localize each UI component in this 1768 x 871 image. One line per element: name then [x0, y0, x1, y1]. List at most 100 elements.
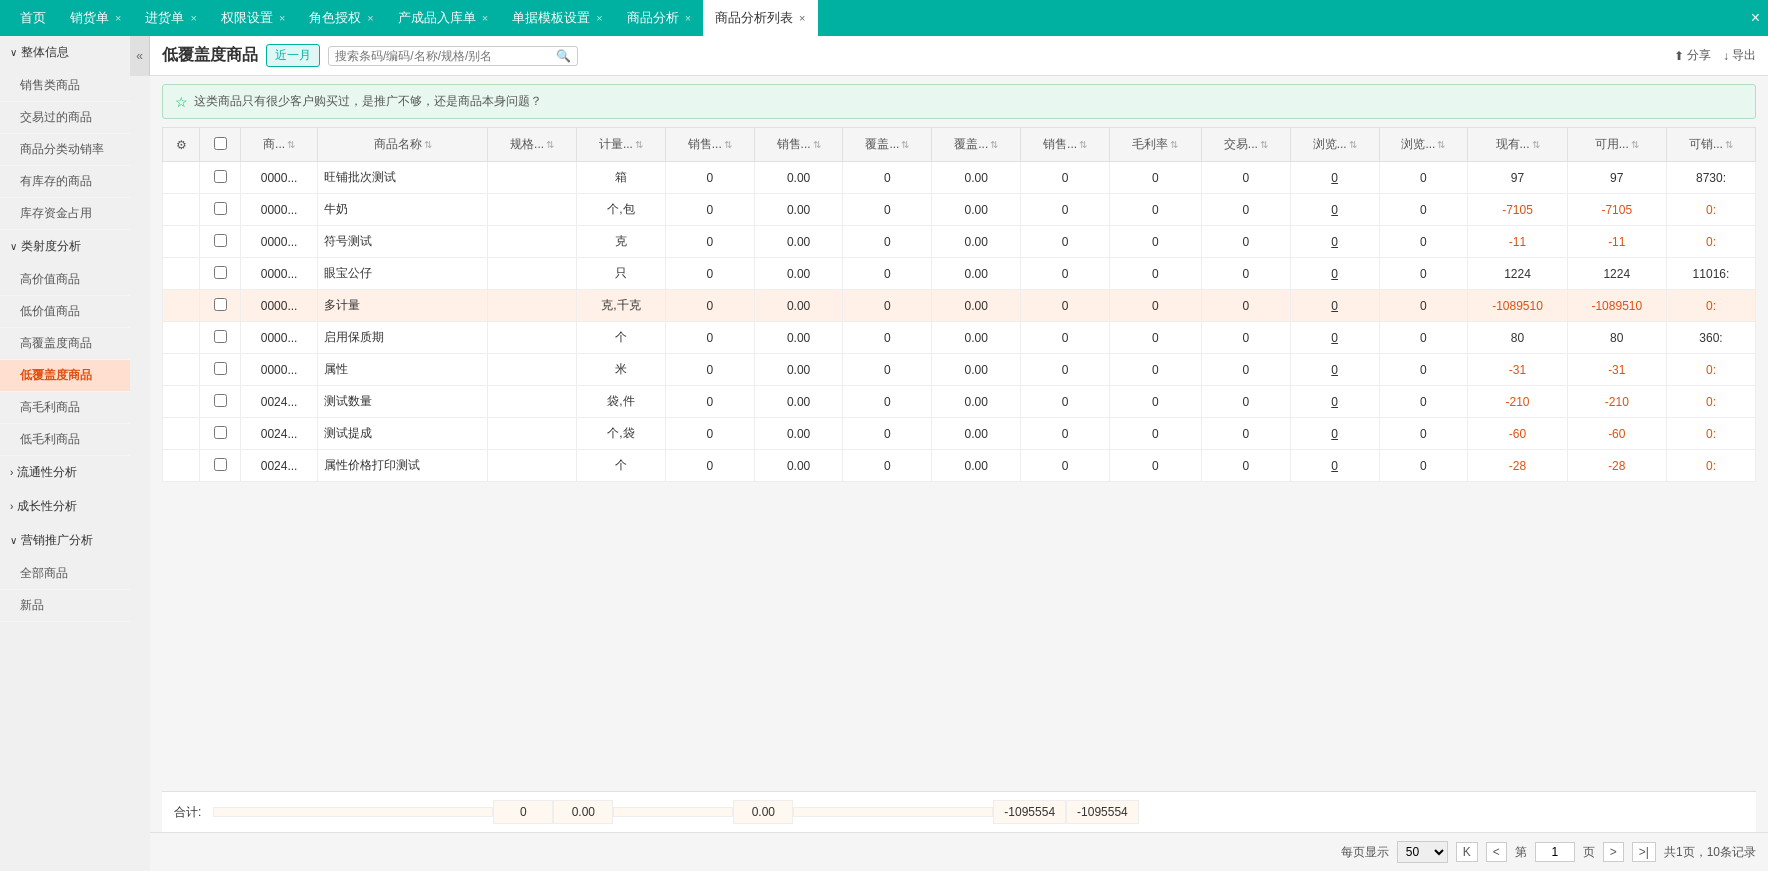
row-browse1[interactable]: 0 [1290, 386, 1379, 418]
column-trade[interactable]: 交易...⇅ [1201, 128, 1290, 162]
column-stock[interactable]: 现有...⇅ [1468, 128, 1567, 162]
search-icon[interactable]: 🔍 [556, 49, 571, 63]
row-gross: 0 [1109, 354, 1201, 386]
row-code: 0024... [240, 418, 317, 450]
column-settings[interactable]: ⚙ [163, 128, 200, 162]
total-label: 合计: [174, 804, 201, 821]
first-page-button[interactable]: K [1456, 842, 1478, 862]
row-checkbox[interactable] [200, 386, 241, 418]
sidebar-section-overall[interactable]: ∨ 整体信息 [0, 36, 130, 70]
prev-page-button[interactable]: < [1486, 842, 1507, 862]
per-page-select[interactable]: 50 20 100 [1397, 841, 1448, 863]
table-row: 0000... 启用保质期 个 0 0.00 0 0.00 0 0 0 0 0 … [163, 322, 1756, 354]
nav-product-analysis[interactable]: 商品分析 × [615, 0, 703, 36]
close-icon[interactable]: × [596, 0, 602, 36]
nav-role-auth[interactable]: 角色授权 × [297, 0, 385, 36]
close-all-tabs-button[interactable]: × [1751, 9, 1760, 27]
nav-permissions[interactable]: 权限设置 × [209, 0, 297, 36]
row-trade: 0 [1201, 354, 1290, 386]
row-browse1[interactable]: 0 [1290, 354, 1379, 386]
sidebar-item-stock-goods[interactable]: 有库存的商品 [0, 166, 130, 198]
row-browse1[interactable]: 0 [1290, 322, 1379, 354]
row-browse1[interactable]: 0 [1290, 226, 1379, 258]
column-sales3[interactable]: 销售...⇅ [1021, 128, 1110, 162]
sidebar-item-high-value[interactable]: 高价值商品 [0, 264, 130, 296]
page-number-input[interactable] [1535, 842, 1575, 862]
search-input[interactable] [335, 49, 552, 63]
row-settings [163, 162, 200, 194]
column-available[interactable]: 可用...⇅ [1567, 128, 1666, 162]
column-checkbox[interactable] [200, 128, 241, 162]
sidebar-item-all-goods[interactable]: 全部商品 [0, 558, 130, 590]
close-icon[interactable]: × [799, 0, 805, 36]
sidebar-item-sales-goods[interactable]: 销售类商品 [0, 70, 130, 102]
sidebar-item-high-coverage[interactable]: 高覆盖度商品 [0, 328, 130, 360]
time-filter-button[interactable]: 近一月 [266, 44, 320, 67]
column-saleable[interactable]: 可销...⇅ [1666, 128, 1755, 162]
row-checkbox[interactable] [200, 418, 241, 450]
nav-product-analysis-list[interactable]: 商品分析列表 × [703, 0, 817, 36]
sidebar-item-high-margin[interactable]: 高毛利商品 [0, 392, 130, 424]
close-icon[interactable]: × [115, 0, 121, 36]
row-checkbox[interactable] [200, 226, 241, 258]
row-browse1[interactable]: 0 [1290, 258, 1379, 290]
total-placeholder2 [613, 807, 733, 817]
nav-sales-order[interactable]: 销货单 × [58, 0, 133, 36]
row-cover1: 0 [843, 290, 932, 322]
row-cover2: 0.00 [932, 354, 1021, 386]
row-checkbox[interactable] [200, 354, 241, 386]
sidebar-item-low-coverage[interactable]: 低覆盖度商品 [0, 360, 130, 392]
sidebar-item-new-goods[interactable]: 新品 [0, 590, 130, 622]
column-cover2[interactable]: 覆盖...⇅ [932, 128, 1021, 162]
share-button[interactable]: ⬆ 分享 [1674, 47, 1711, 64]
nav-template-settings[interactable]: 单据模板设置 × [500, 0, 614, 36]
row-browse1[interactable]: 0 [1290, 162, 1379, 194]
nav-product-inbound[interactable]: 产成品入库单 × [386, 0, 500, 36]
column-sales-qty[interactable]: 销售...⇅ [665, 128, 754, 162]
row-checkbox[interactable] [200, 290, 241, 322]
sidebar-collapse-button[interactable]: « [130, 36, 150, 76]
sidebar-item-low-value[interactable]: 低价值商品 [0, 296, 130, 328]
close-icon[interactable]: × [279, 0, 285, 36]
row-sales-amt: 0.00 [754, 386, 843, 418]
sidebar-item-low-margin[interactable]: 低毛利商品 [0, 424, 130, 456]
sidebar-wrapper: ∨ 整体信息 销售类商品 交易过的商品 商品分类动销率 有库存的商品 库存资金占… [0, 36, 150, 871]
column-name[interactable]: 商品名称⇅ [318, 128, 488, 162]
export-button[interactable]: ↓ 导出 [1723, 47, 1756, 64]
close-icon[interactable]: × [482, 0, 488, 36]
column-unit[interactable]: 计量...⇅ [577, 128, 666, 162]
sidebar-section-marketing[interactable]: ∨ 营销推广分析 [0, 524, 130, 558]
row-browse1[interactable]: 0 [1290, 290, 1379, 322]
row-checkbox[interactable] [200, 162, 241, 194]
row-checkbox[interactable] [200, 258, 241, 290]
next-page-button[interactable]: > [1603, 842, 1624, 862]
column-spec[interactable]: 规格...⇅ [488, 128, 577, 162]
close-icon[interactable]: × [190, 0, 196, 36]
row-checkbox[interactable] [200, 450, 241, 482]
close-icon[interactable]: × [685, 0, 691, 36]
sidebar-section-category[interactable]: ∨ 类射度分析 [0, 230, 130, 264]
column-browse2[interactable]: 浏览...⇅ [1379, 128, 1468, 162]
nav-home[interactable]: 首页 [8, 0, 58, 36]
select-all-checkbox[interactable] [214, 137, 227, 150]
sidebar-item-traded-goods[interactable]: 交易过的商品 [0, 102, 130, 134]
row-browse1[interactable]: 0 [1290, 194, 1379, 226]
nav-purchase-order[interactable]: 进货单 × [133, 0, 208, 36]
row-browse1[interactable]: 0 [1290, 450, 1379, 482]
last-page-button[interactable]: >| [1632, 842, 1656, 862]
sidebar-section-flow[interactable]: › 流通性分析 [0, 456, 130, 490]
row-browse1[interactable]: 0 [1290, 418, 1379, 450]
column-gross[interactable]: 毛利率⇅ [1109, 128, 1201, 162]
column-sales-amt[interactable]: 销售...⇅ [754, 128, 843, 162]
row-checkbox[interactable] [200, 322, 241, 354]
column-browse1[interactable]: 浏览...⇅ [1290, 128, 1379, 162]
row-sales3: 0 [1021, 290, 1110, 322]
sidebar-section-growth[interactable]: › 成长性分析 [0, 490, 130, 524]
column-cover1[interactable]: 覆盖...⇅ [843, 128, 932, 162]
close-icon[interactable]: × [367, 0, 373, 36]
row-checkbox[interactable] [200, 194, 241, 226]
sidebar-item-category-turnover[interactable]: 商品分类动销率 [0, 134, 130, 166]
row-trade: 0 [1201, 450, 1290, 482]
column-code[interactable]: 商...⇅ [240, 128, 317, 162]
sidebar-item-stock-capital[interactable]: 库存资金占用 [0, 198, 130, 230]
